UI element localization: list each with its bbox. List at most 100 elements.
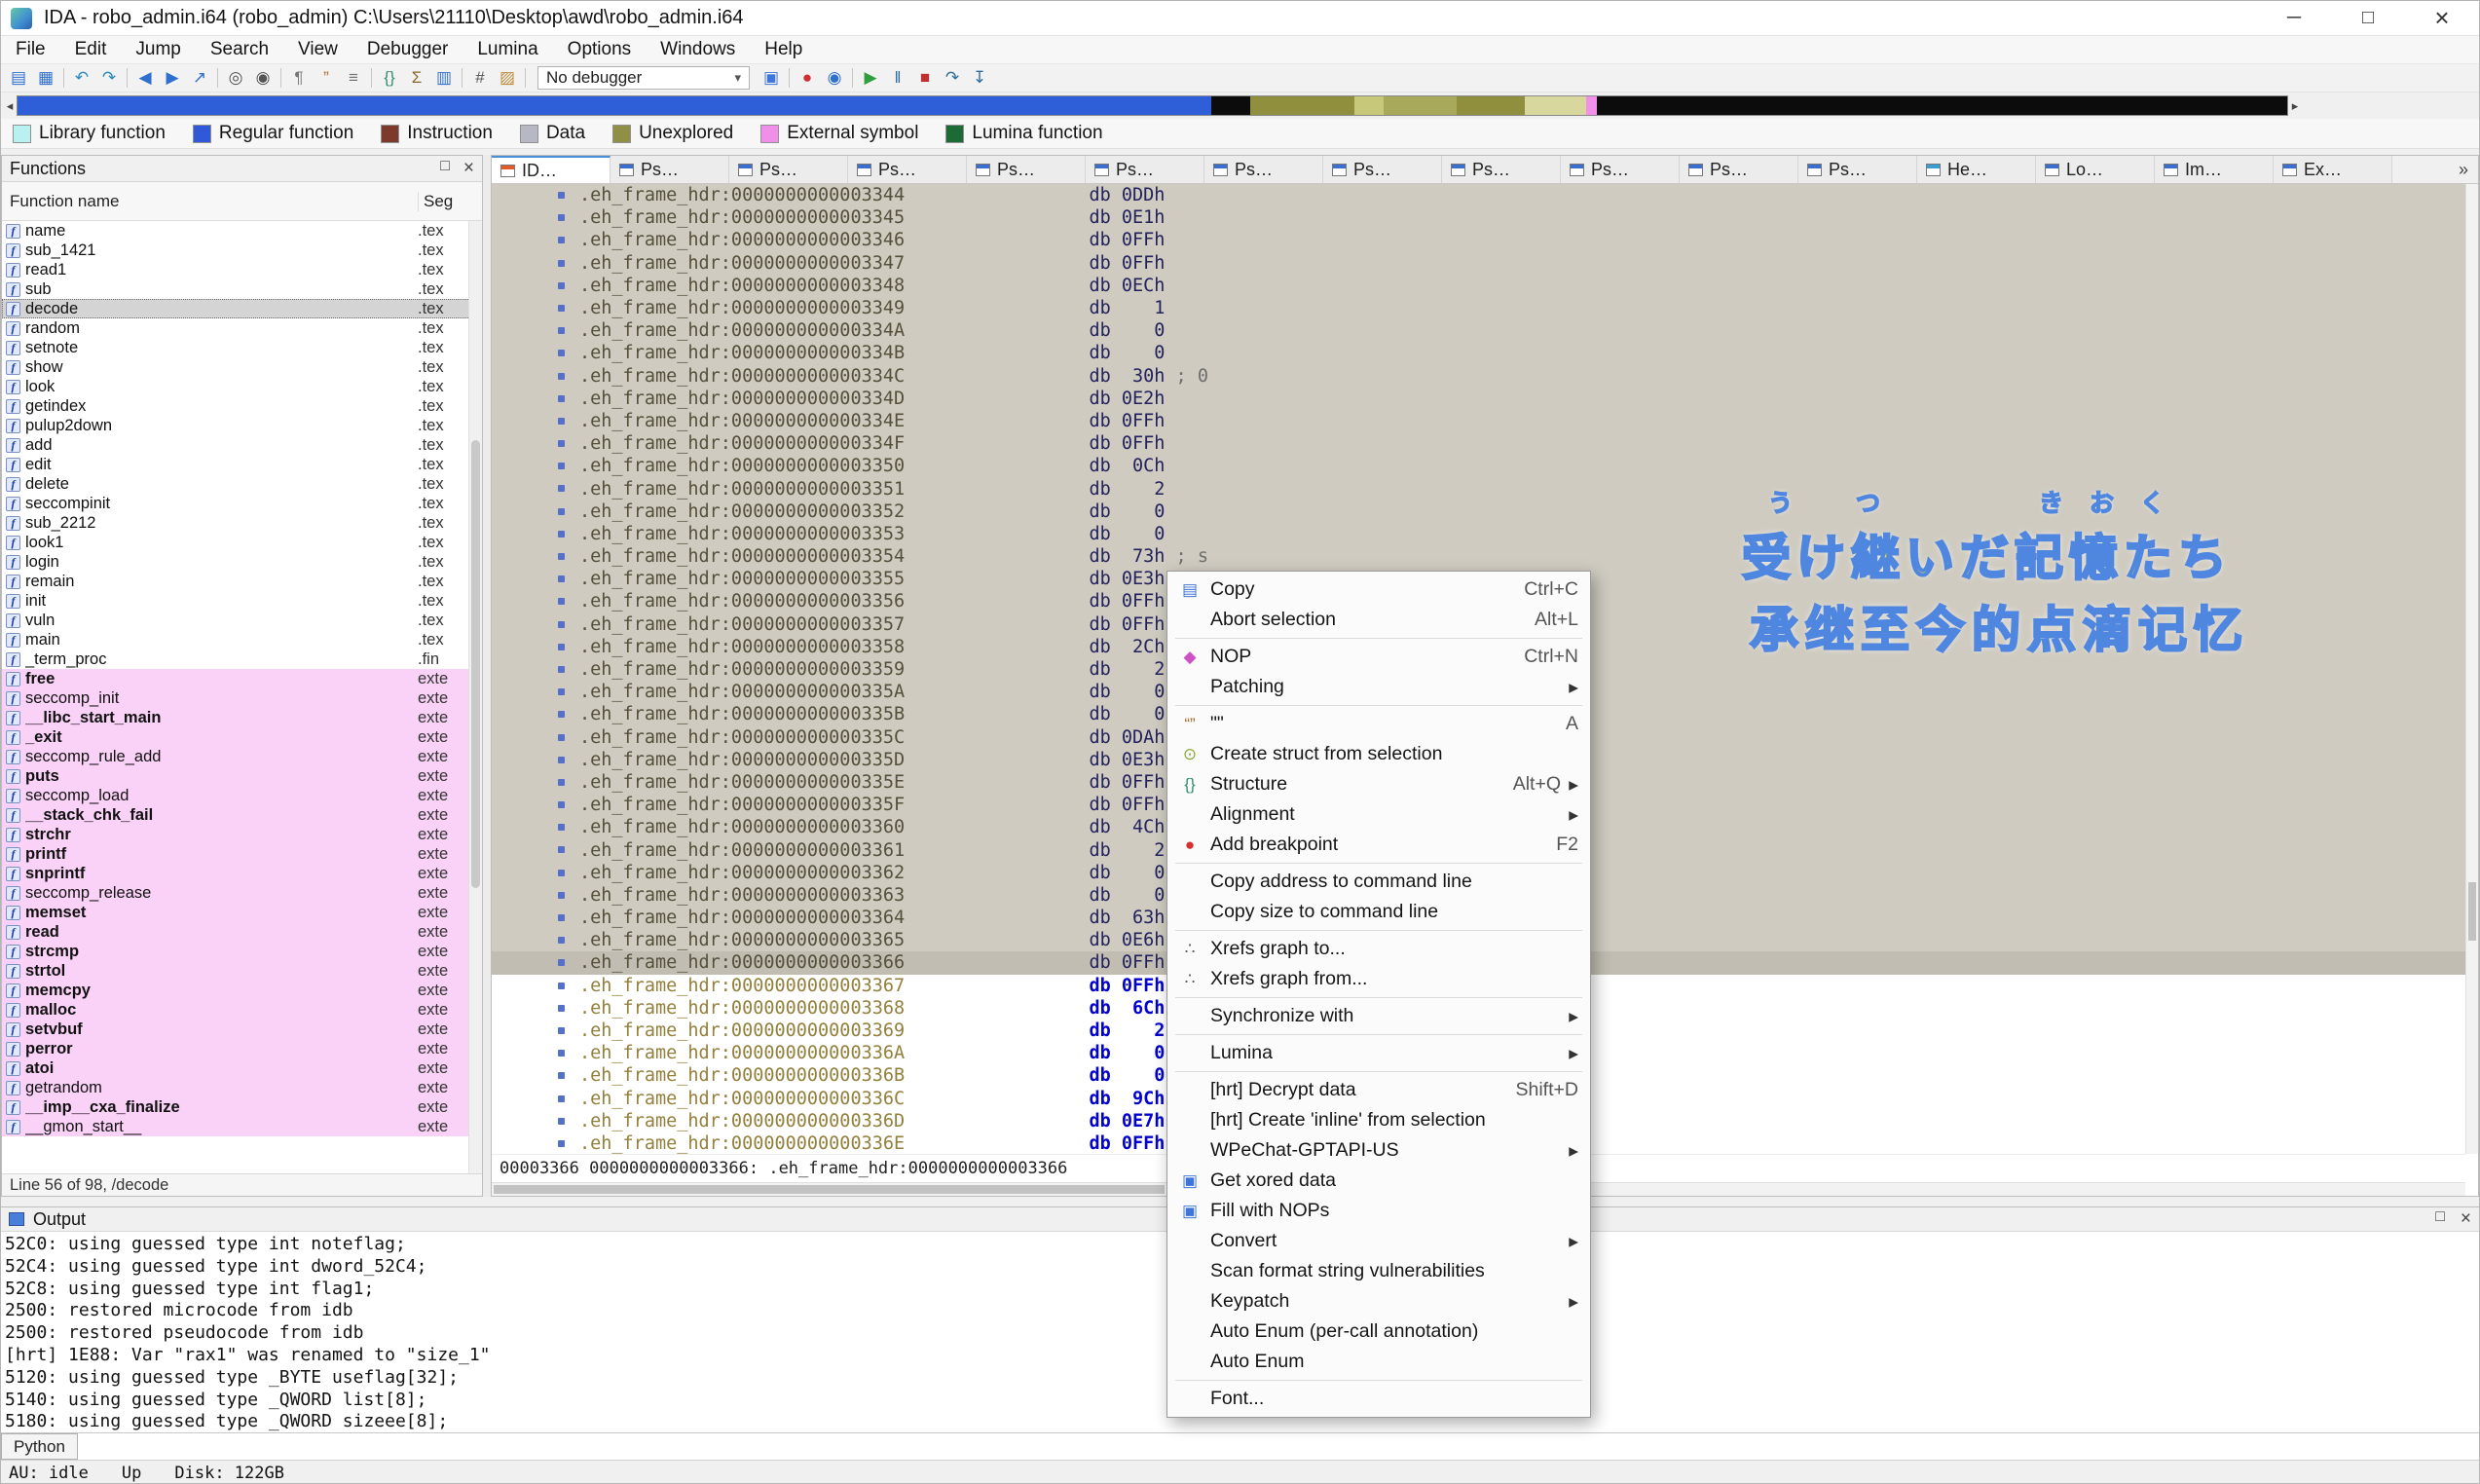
functions-close-icon[interactable] xyxy=(463,158,474,179)
function-row-look1[interactable]: f look1 .tex xyxy=(2,533,482,552)
functions-panel-titlebar[interactable]: Functions xyxy=(2,156,482,182)
search-icon[interactable]: ◎ xyxy=(222,66,249,90)
menu-item-add-breakpoint[interactable]: ● Add breakpoint F2 xyxy=(1167,830,1590,860)
tab-ex-15[interactable]: Ex… xyxy=(2274,156,2392,183)
menu-item-hrt-decrypt-data[interactable]: [hrt] Decrypt data Shift+D xyxy=(1167,1075,1590,1105)
tab-ps-9[interactable]: Ps… xyxy=(1561,156,1680,183)
menu-item-alignment[interactable]: Alignment ▸ xyxy=(1167,799,1590,830)
function-row-printf[interactable]: f printf exte xyxy=(2,844,482,864)
disasm-line[interactable]: .eh_frame_hdr:0000000000003349 db 1 xyxy=(492,296,2465,320)
function-row-seccomp_load[interactable]: f seccomp_load exte xyxy=(2,786,482,805)
navigation-band[interactable] xyxy=(17,95,2288,116)
jump-icon[interactable]: ↗ xyxy=(186,66,213,90)
menu-item-structure[interactable]: {} Structure Alt+Q ▸ xyxy=(1167,769,1590,799)
tab-im-14[interactable]: Im… xyxy=(2155,156,2274,183)
minimize-button[interactable] xyxy=(2257,1,2331,35)
function-row-add[interactable]: f add .tex xyxy=(2,435,482,455)
redo-icon[interactable]: ↷ xyxy=(95,66,123,90)
menu-edit[interactable]: Edit xyxy=(60,36,122,63)
function-row-init[interactable]: f init .tex xyxy=(2,591,482,611)
tab-ps-2[interactable]: Ps… xyxy=(729,156,848,183)
disassembly-scrollbar[interactable] xyxy=(2465,184,2478,1154)
function-row-seccompinit[interactable]: f seccompinit .tex xyxy=(2,494,482,513)
navband-right-arrow-icon[interactable] xyxy=(2288,98,2302,114)
function-row-free[interactable]: f free exte xyxy=(2,669,482,688)
function-row-sub[interactable]: f sub .tex xyxy=(2,279,482,299)
disasm-line[interactable]: .eh_frame_hdr:0000000000003344 db 0DDh xyxy=(492,184,2465,207)
menu-item-keypatch[interactable]: Keypatch ▸ xyxy=(1167,1286,1590,1317)
disasm-line[interactable]: .eh_frame_hdr:000000000000334E db 0FFh xyxy=(492,409,2465,433)
undo-icon[interactable]: ↶ xyxy=(68,66,95,90)
disasm-line[interactable]: .eh_frame_hdr:000000000000334F db 0FFh xyxy=(492,432,2465,456)
close-button[interactable] xyxy=(2405,1,2479,35)
menu-item-font[interactable]: Font... xyxy=(1167,1384,1590,1414)
disassembly-scrollbar-thumb[interactable] xyxy=(2468,882,2476,941)
struct-icon[interactable]: {} xyxy=(376,66,403,90)
disasm-line[interactable]: .eh_frame_hdr:000000000000334B db 0 xyxy=(492,342,2465,365)
step-into-icon[interactable]: ↧ xyxy=(966,66,993,90)
save-icon[interactable]: ▤ xyxy=(5,66,32,90)
tab-ps-3[interactable]: Ps… xyxy=(848,156,967,183)
function-row-login[interactable]: f login .tex xyxy=(2,552,482,572)
menu-item-copy-address-to-command-line[interactable]: Copy address to command line xyxy=(1167,867,1590,897)
menu-windows[interactable]: Windows xyxy=(646,36,750,63)
menu-item-lumina[interactable]: Lumina ▸ xyxy=(1167,1038,1590,1068)
menu-lumina[interactable]: Lumina xyxy=(463,36,552,63)
function-row-sub_1421[interactable]: f sub_1421 .tex xyxy=(2,241,482,260)
binsearch-icon[interactable]: ◉ xyxy=(249,66,277,90)
disasm-line[interactable]: .eh_frame_hdr:000000000000334D db 0E2h xyxy=(492,387,2465,410)
menu-file[interactable]: File xyxy=(1,36,60,63)
menu-item-get-xored-data[interactable]: ▣ Get xored data xyxy=(1167,1166,1590,1196)
disasm-line[interactable]: .eh_frame_hdr:0000000000003353 db 0 xyxy=(492,522,2465,545)
pause-icon[interactable]: ‖ xyxy=(884,66,911,90)
function-row-__imp__cxa_finalize[interactable]: f __imp__cxa_finalize exte xyxy=(2,1097,482,1117)
column-segment[interactable]: Seg xyxy=(418,191,482,211)
tab-he-12[interactable]: He… xyxy=(1917,156,2036,183)
disasm-line[interactable]: .eh_frame_hdr:0000000000003346 db 0FFh xyxy=(492,229,2465,252)
colors-icon[interactable]: ▨ xyxy=(494,66,521,90)
function-row-atoi[interactable]: f atoi exte xyxy=(2,1058,482,1078)
function-row-sub_2212[interactable]: f sub_2212 .tex xyxy=(2,513,482,533)
disasm-line[interactable]: .eh_frame_hdr:0000000000003345 db 0E1h xyxy=(492,206,2465,230)
maximize-button[interactable] xyxy=(2331,1,2405,35)
panel-splitter[interactable] xyxy=(483,155,491,1197)
menu-item-copy[interactable]: ▤ Copy Ctrl+C xyxy=(1167,575,1590,605)
menu-item-synchronize-with[interactable]: Synchronize with ▸ xyxy=(1167,1001,1590,1031)
menu-search[interactable]: Search xyxy=(196,36,283,63)
function-row-setvbuf[interactable]: f setvbuf exte xyxy=(2,1020,482,1039)
menu-item-hrt-create-inline-from-selection[interactable]: [hrt] Create 'inline' from selection xyxy=(1167,1105,1590,1135)
disasm-line[interactable]: .eh_frame_hdr:000000000000334C db 30h ; 0 xyxy=(492,364,2465,388)
function-row-read[interactable]: f read exte xyxy=(2,922,482,942)
menu-item-auto-enum[interactable]: Auto Enum xyxy=(1167,1347,1590,1377)
menu-item-patching[interactable]: Patching ▸ xyxy=(1167,672,1590,702)
back-icon[interactable]: ◀ xyxy=(131,66,159,90)
function-row-_term_proc[interactable]: f _term_proc .fin xyxy=(2,649,482,669)
disasm-line[interactable]: .eh_frame_hdr:0000000000003354 db 73h ; s xyxy=(492,545,2465,569)
function-row-random[interactable]: f random .tex xyxy=(2,318,482,338)
menu-item-xrefs-graph-from[interactable]: ∴ Xrefs graph from... xyxy=(1167,964,1590,994)
menu-item-xrefs-graph-to[interactable]: ∴ Xrefs graph to... xyxy=(1167,934,1590,964)
breakpoint-list-icon[interactable]: ● xyxy=(794,66,821,90)
function-row-getindex[interactable]: f getindex .tex xyxy=(2,396,482,416)
disasm-line[interactable]: .eh_frame_hdr:0000000000003350 db 0Ch xyxy=(492,455,2465,478)
desktop-icon[interactable]: ▦ xyxy=(32,66,59,90)
function-row-__stack_chk_fail[interactable]: f __stack_chk_fail exte xyxy=(2,805,482,825)
menu-debugger[interactable]: Debugger xyxy=(352,36,463,63)
menu-view[interactable]: View xyxy=(283,36,352,63)
menu-jump[interactable]: Jump xyxy=(121,36,195,63)
array-icon[interactable]: ≡ xyxy=(340,66,367,90)
function-row-seccomp_rule_add[interactable]: f seccomp_rule_add exte xyxy=(2,747,482,766)
function-row-read1[interactable]: f read1 .tex xyxy=(2,260,482,279)
menu-options[interactable]: Options xyxy=(553,36,646,63)
functions-float-icon[interactable] xyxy=(440,158,450,179)
menu-item-scan-format-string-vulnerabilities[interactable]: Scan format string vulnerabilities xyxy=(1167,1256,1590,1286)
menu-item-abort-selection[interactable]: Abort selection Alt+L xyxy=(1167,605,1590,635)
function-row-show[interactable]: f show .tex xyxy=(2,357,482,377)
comment-icon[interactable]: ¶ xyxy=(285,66,313,90)
disasm-line[interactable]: .eh_frame_hdr:0000000000003351 db 2 xyxy=(492,477,2465,501)
menu-item-copy-size-to-command-line[interactable]: Copy size to command line xyxy=(1167,897,1590,927)
menu-item-fill-with-nops[interactable]: ▣ Fill with NOPs xyxy=(1167,1196,1590,1226)
disasm-line[interactable]: .eh_frame_hdr:0000000000003352 db 0 xyxy=(492,500,2465,523)
python-input[interactable] xyxy=(77,1433,2479,1460)
calc-icon[interactable]: # xyxy=(466,66,494,90)
